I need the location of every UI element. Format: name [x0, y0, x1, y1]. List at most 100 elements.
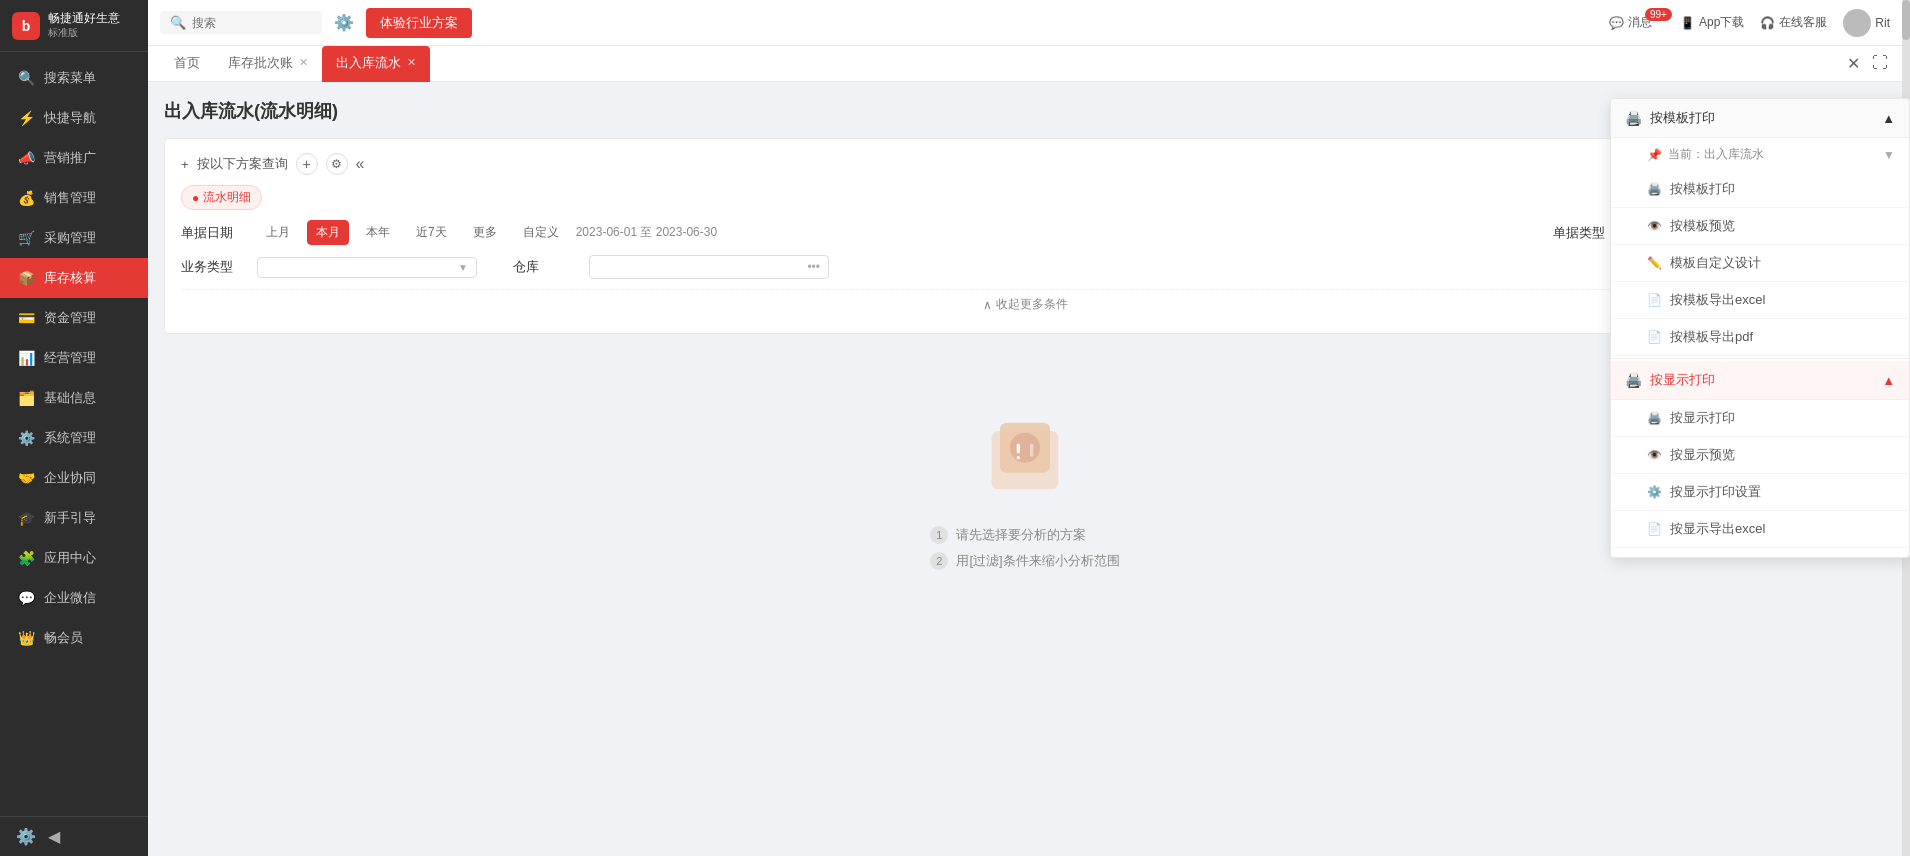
business-type-select[interactable]: ▼: [257, 257, 477, 278]
sidebar-item-marketing[interactable]: 📣 营销推广: [0, 138, 148, 178]
dropdown-item-display-pdf[interactable]: 📄 按显示导出pdf: [1611, 548, 1909, 558]
dropdown-item-display-preview[interactable]: 👁️ 按显示预览: [1611, 437, 1909, 474]
current-label-text: 当前：出入库流水: [1668, 146, 1764, 163]
display-section-arrow[interactable]: ▲: [1882, 373, 1895, 388]
service-icon: 🎧: [1760, 16, 1775, 30]
filter-tag-flow[interactable]: ● 流水明细: [181, 185, 262, 210]
sidebar-item-purchase[interactable]: 🛒 采购管理: [0, 218, 148, 258]
topbar-search[interactable]: 🔍: [160, 11, 322, 34]
tab-batch-close[interactable]: ✕: [299, 56, 308, 69]
appstore-nav-label: 应用中心: [44, 549, 96, 567]
display-print-label: 按显示打印: [1670, 409, 1735, 427]
sidebar-item-basic[interactable]: 🗂️ 基础信息: [0, 378, 148, 418]
sidebar-item-search[interactable]: 🔍 搜索菜单: [0, 58, 148, 98]
purchase-nav-icon: 🛒: [16, 228, 36, 248]
tab-batch-account[interactable]: 库存批次账 ✕: [214, 46, 322, 82]
trial-button[interactable]: 体验行业方案: [366, 8, 472, 38]
dropdown-item-display-settings[interactable]: ⚙️ 按显示打印设置: [1611, 474, 1909, 511]
sidebar-item-wechat[interactable]: 💬 企业微信: [0, 578, 148, 618]
collapse-sidebar-icon[interactable]: ◀: [48, 827, 60, 846]
app-download-button[interactable]: 📱 App下载: [1680, 14, 1744, 31]
template-preview-icon: 👁️: [1647, 219, 1662, 233]
date-btn-last-month[interactable]: 上月: [257, 220, 299, 245]
avatar-image: [1843, 9, 1871, 37]
system-nav-label: 系统管理: [44, 429, 96, 447]
sidebar-item-operations[interactable]: 📊 经营管理: [0, 338, 148, 378]
dropdown-print-template-header[interactable]: 🖨️ 按模板打印 ▲: [1611, 99, 1909, 138]
sidebar-item-appstore[interactable]: 🧩 应用中心: [0, 538, 148, 578]
sidebar-item-finance[interactable]: 💳 资金管理: [0, 298, 148, 338]
date-btn-year[interactable]: 本年: [357, 220, 399, 245]
tab-inventory-flow[interactable]: 出入库流水 ✕: [322, 46, 430, 82]
current-label-arrow[interactable]: ▼: [1883, 148, 1895, 162]
inventory-nav-icon: 📦: [16, 268, 36, 288]
print-dropdown-panel: 🖨️ 按模板打印 ▲ 📌 当前：出入库流水 ▼ 🖨️ 按模板打印 👁️ 按模板预…: [1610, 98, 1910, 558]
topbar: 🔍 ⚙️ 体验行业方案 💬 消息 99+ 📱 App下载 🎧 在线客服 Rit: [148, 0, 1902, 46]
dropdown-item-template-preview[interactable]: 👁️ 按模板预览: [1611, 208, 1909, 245]
online-service-button[interactable]: 🎧 在线客服: [1760, 14, 1827, 31]
message-button[interactable]: 💬 消息 99+: [1609, 14, 1664, 31]
app-name: 畅捷通好生意: [48, 11, 120, 27]
sidebar-item-enterprise[interactable]: 🤝 企业协同: [0, 458, 148, 498]
right-scrollbar-thumb[interactable]: [1902, 0, 1910, 40]
sidebar-item-guide[interactable]: 🎓 新手引导: [0, 498, 148, 538]
tab-expand-icon[interactable]: ⛶: [1870, 52, 1890, 75]
tabs-right-controls: ✕ ⛶: [1845, 52, 1890, 75]
search-input[interactable]: [192, 16, 312, 30]
sidebar-item-system[interactable]: ⚙️ 系统管理: [0, 418, 148, 458]
tab-flow-close[interactable]: ✕: [407, 56, 416, 69]
purchase-nav-label: 采购管理: [44, 229, 96, 247]
user-avatar[interactable]: Rit: [1843, 9, 1890, 37]
filter-add-button[interactable]: +: [296, 153, 318, 175]
operations-nav-label: 经营管理: [44, 349, 96, 367]
empty-step-1: 1 请先选择要分析的方案: [930, 522, 1119, 548]
dropdown-item-template-print[interactable]: 🖨️ 按模板打印: [1611, 171, 1909, 208]
dropdown-display-print-header[interactable]: 🖨️ 按显示打印 ▲: [1611, 361, 1909, 400]
guide-nav-label: 新手引导: [44, 509, 96, 527]
display-print-icon: 🖨️: [1647, 411, 1662, 425]
dropdown-collapse-arrow[interactable]: ▲: [1882, 111, 1895, 126]
tab-home[interactable]: 首页: [160, 46, 214, 82]
dropdown-item-template-custom[interactable]: ✏️ 模板自定义设计: [1611, 245, 1909, 282]
dropdown-item-template-pdf[interactable]: 📄 按模板导出pdf: [1611, 319, 1909, 356]
search-nav-icon: 🔍: [16, 68, 36, 88]
dropdown-item-template-excel[interactable]: 📄 按模板导出excel: [1611, 282, 1909, 319]
business-type-arrow-icon: ▼: [458, 262, 468, 273]
enterprise-nav-label: 企业协同: [44, 469, 96, 487]
date-btn-current-month[interactable]: 本月: [307, 220, 349, 245]
empty-steps-list: 1 请先选择要分析的方案 2 用[过滤]条件来缩小分析范围: [930, 522, 1119, 574]
sidebar-item-inventory[interactable]: 📦 库存核算: [0, 258, 148, 298]
logo-icon: b: [12, 12, 40, 40]
date-btn-7days[interactable]: 近7天: [407, 220, 456, 245]
template-print-label: 按模板打印: [1670, 180, 1735, 198]
sidebar-item-quick-nav[interactable]: ⚡ 快捷导航: [0, 98, 148, 138]
business-type-label: 业务类型: [181, 258, 241, 276]
display-preview-label: 按显示预览: [1670, 446, 1735, 464]
sidebar-item-sales[interactable]: 💰 销售管理: [0, 178, 148, 218]
svg-rect-3: [1017, 444, 1020, 454]
dropdown-item-display-excel[interactable]: 📄 按显示导出excel: [1611, 511, 1909, 548]
template-preview-label: 按模板预览: [1670, 217, 1735, 235]
template-custom-icon: ✏️: [1647, 256, 1662, 270]
filter-title: +: [181, 157, 189, 172]
filter-settings-button[interactable]: ⚙: [326, 153, 348, 175]
dropdown-item-display-print[interactable]: 🖨️ 按显示打印: [1611, 400, 1909, 437]
filter-collapse-button[interactable]: «: [356, 155, 365, 173]
warehouse-select[interactable]: •••: [589, 255, 829, 279]
date-btn-custom[interactable]: 自定义: [514, 220, 568, 245]
settings-gear-icon[interactable]: ⚙️: [330, 9, 358, 36]
date-btn-more[interactable]: 更多: [464, 220, 506, 245]
tab-home-label: 首页: [174, 54, 200, 72]
settings-icon[interactable]: ⚙️: [16, 827, 36, 846]
message-badge: 99+: [1645, 8, 1672, 21]
wechat-nav-icon: 💬: [16, 588, 36, 608]
svg-rect-4: [1017, 456, 1020, 459]
wechat-nav-label: 企业微信: [44, 589, 96, 607]
sidebar-item-member[interactable]: 👑 畅会员: [0, 618, 148, 658]
tab-close-all-icon[interactable]: ✕: [1845, 52, 1862, 75]
basic-nav-icon: 🗂️: [16, 388, 36, 408]
warehouse-label: 仓库: [513, 258, 573, 276]
member-nav-label: 畅会员: [44, 629, 83, 647]
current-label-icon: 📌: [1647, 148, 1662, 162]
dropdown-current-label: 📌 当前：出入库流水 ▼: [1611, 138, 1909, 171]
